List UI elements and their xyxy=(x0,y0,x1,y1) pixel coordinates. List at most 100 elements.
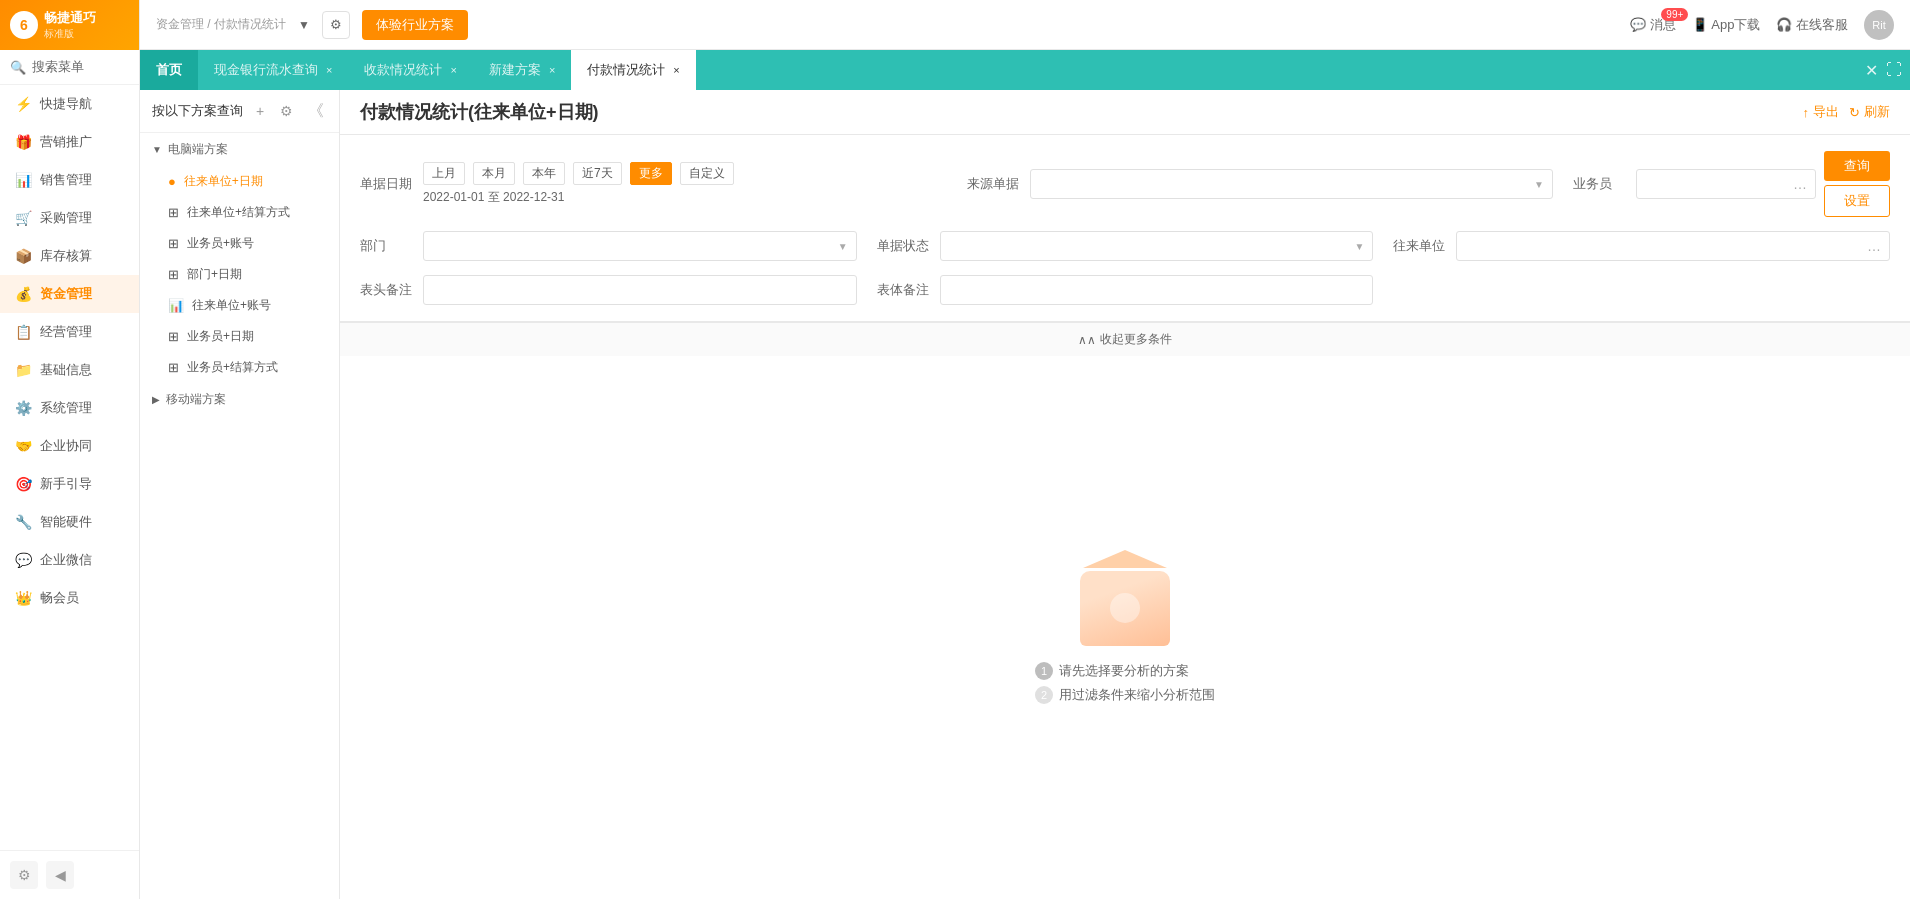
settings-btn[interactable]: ⚙ xyxy=(10,861,38,889)
topbar-dropdown[interactable]: ▼ xyxy=(298,18,310,32)
partner-dots-icon: … xyxy=(1867,238,1881,254)
doc-status-input[interactable]: ▼ xyxy=(940,231,1374,261)
user-avatar[interactable]: Rit xyxy=(1864,10,1894,40)
tab-receipt-close[interactable]: × xyxy=(450,64,456,76)
body-note-input[interactable] xyxy=(940,275,1374,305)
logo-icon: 6 xyxy=(10,11,38,39)
tab-new-scheme-close[interactable]: × xyxy=(549,64,555,76)
message-badge[interactable]: 💬 消息 99+ xyxy=(1630,16,1676,34)
scheme-item-unit-account[interactable]: 📊 往来单位+账号 xyxy=(140,290,339,321)
scheme-item-staff-date[interactable]: ⊞ 业务员+日期 xyxy=(140,321,339,352)
query-btn[interactable]: 查询 xyxy=(1824,151,1890,181)
step2-icon: 2 xyxy=(1035,686,1053,704)
tab-new-scheme[interactable]: 新建方案 × xyxy=(473,50,571,90)
source-input[interactable]: ▼ xyxy=(1030,169,1554,199)
tab-bank[interactable]: 现金银行流水查询 × xyxy=(198,50,348,90)
sidebar-item-label: 新手引导 xyxy=(40,475,92,493)
scheme-item-unit-settle[interactable]: ⊞ 往来单位+结算方式 xyxy=(140,197,339,228)
online-service[interactable]: 🎧 在线客服 xyxy=(1776,16,1848,34)
scheme-setting-btn[interactable]: ⚙ xyxy=(275,100,297,122)
dept-input[interactable]: ▼ xyxy=(423,231,857,261)
collapse-filter-btn[interactable]: ∧∧ 收起更多条件 xyxy=(340,322,1910,356)
doc-status-filter: 单据状态 ▼ xyxy=(877,231,1374,261)
scheme-item-staff-account[interactable]: ⊞ 业务员+账号 xyxy=(140,228,339,259)
pc-group-title[interactable]: ▼ 电脑端方案 xyxy=(140,133,339,166)
header-note-input[interactable] xyxy=(423,275,857,305)
expand-icon[interactable]: ⛶ xyxy=(1886,61,1902,79)
staff-input[interactable]: … xyxy=(1636,169,1816,199)
tab-home[interactable]: 首页 xyxy=(140,50,198,90)
main-area: 资金管理 / 付款情况统计 ▼ ⚙ 体验行业方案 💬 消息 99+ 📱 App下… xyxy=(140,0,1910,899)
page-content: 按以下方案查询 + ⚙ 《 ▼ 电脑端方案 ● 往来单位+日期 xyxy=(140,90,1910,899)
search-label: 搜索菜单 xyxy=(32,58,84,76)
sidebar-item-label: 库存核算 xyxy=(40,247,92,265)
tab-payment-stats-close[interactable]: × xyxy=(673,64,679,76)
refresh-btn[interactable]: ↻ 刷新 xyxy=(1849,103,1890,121)
scheme-list: ● 往来单位+日期 ⊞ 往来单位+结算方式 ⊞ 业务员+账号 ⊞ 部门+日期 xyxy=(140,166,339,383)
quick-nav-icon: ⚡ xyxy=(14,95,32,113)
sidebar: 6 畅捷通巧 标准版 🔍 搜索菜单 ⚡ 快捷导航 🎁 营销推广 📊 销售管理 🛒… xyxy=(0,0,140,899)
export-icon: ↑ xyxy=(1803,105,1810,120)
page-title: 付款情况统计(往来单位+日期) xyxy=(360,100,599,124)
mobile-group-title[interactable]: ▶ 移动端方案 xyxy=(140,383,339,416)
empty-illustration xyxy=(1065,546,1185,646)
date-tag-last-month[interactable]: 上月 xyxy=(423,162,465,185)
scheme-item-unit-date[interactable]: ● 往来单位+日期 xyxy=(140,166,339,197)
trial-btn[interactable]: 体验行业方案 xyxy=(362,10,468,40)
scheme-icon-unit-date: ● xyxy=(168,174,176,189)
sidebar-nav: ⚡ 快捷导航 🎁 营销推广 📊 销售管理 🛒 采购管理 📦 库存核算 💰 资金管… xyxy=(0,85,139,850)
sidebar-item-hardware[interactable]: 🔧 智能硬件 xyxy=(0,503,139,541)
scheme-collapse-btn[interactable]: 《 xyxy=(305,100,327,122)
date-tag-this-year[interactable]: 本年 xyxy=(523,162,565,185)
tab-bank-close[interactable]: × xyxy=(326,64,332,76)
scheme-item-dept-date[interactable]: ⊞ 部门+日期 xyxy=(140,259,339,290)
date-tag-7days[interactable]: 近7天 xyxy=(573,162,622,185)
sidebar-item-marketing[interactable]: 🎁 营销推广 xyxy=(0,123,139,161)
scheme-header-label: 按以下方案查询 xyxy=(152,102,243,120)
box-icon xyxy=(1080,571,1170,646)
finance-icon: 💰 xyxy=(14,285,32,303)
empty-state: 1 请先选择要分析的方案 2 用过滤条件来缩小分析范围 xyxy=(1035,546,1215,710)
scheme-icon-staff-date: ⊞ xyxy=(168,329,179,344)
mobile-scheme-group: ▶ 移动端方案 xyxy=(140,383,339,416)
app-download[interactable]: 📱 App下载 xyxy=(1692,16,1760,34)
date-tag-custom[interactable]: 自定义 xyxy=(680,162,734,185)
partner-input[interactable]: … xyxy=(1456,231,1890,261)
sidebar-search[interactable]: 🔍 搜索菜单 xyxy=(0,50,139,85)
date-range: 2022-01-01 至 2022-12-31 xyxy=(423,190,564,204)
date-label: 单据日期 xyxy=(360,175,415,193)
sidebar-item-enterprise[interactable]: 🤝 企业协同 xyxy=(0,427,139,465)
add-scheme-btn[interactable]: + xyxy=(249,100,271,122)
sidebar-item-guide[interactable]: 🎯 新手引导 xyxy=(0,465,139,503)
header-note-label: 表头备注 xyxy=(360,281,415,299)
setting-btn[interactable]: 设置 xyxy=(1824,185,1890,217)
sidebar-item-finance[interactable]: 💰 资金管理 xyxy=(0,275,139,313)
sidebar-item-operations[interactable]: 📋 经营管理 xyxy=(0,313,139,351)
tab-payment-stats[interactable]: 付款情况统计 × xyxy=(571,50,695,90)
operations-icon: 📋 xyxy=(14,323,32,341)
scheme-label: 往来单位+结算方式 xyxy=(187,204,290,221)
empty-step2: 2 用过滤条件来缩小分析范围 xyxy=(1035,686,1215,704)
sidebar-footer: ⚙ ◀ xyxy=(0,850,139,899)
message-icon: 💬 xyxy=(1630,17,1646,32)
sidebar-item-basic[interactable]: 📁 基础信息 xyxy=(0,351,139,389)
sidebar-item-purchase[interactable]: 🛒 采购管理 xyxy=(0,199,139,237)
export-btn[interactable]: ↑ 导出 xyxy=(1803,103,1840,121)
scheme-item-staff-settle[interactable]: ⊞ 业务员+结算方式 xyxy=(140,352,339,383)
topbar-gear-btn[interactable]: ⚙ xyxy=(322,11,350,39)
sidebar-item-quick-nav[interactable]: ⚡ 快捷导航 xyxy=(0,85,139,123)
tab-bank-label: 现金银行流水查询 xyxy=(214,61,318,79)
collapse-sidebar-btn[interactable]: ◀ xyxy=(46,861,74,889)
sidebar-item-member[interactable]: 👑 畅会员 xyxy=(0,579,139,617)
sidebar-item-inventory[interactable]: 📦 库存核算 xyxy=(0,237,139,275)
tab-payment-stats-label: 付款情况统计 xyxy=(587,61,665,79)
scheme-icon-staff-account: ⊞ xyxy=(168,236,179,251)
tab-receipt[interactable]: 收款情况统计 × xyxy=(348,50,472,90)
date-tags: 上月 本月 本年 近7天 更多 自定义 xyxy=(423,162,947,185)
sidebar-item-sales[interactable]: 📊 销售管理 xyxy=(0,161,139,199)
date-tag-this-month[interactable]: 本月 xyxy=(473,162,515,185)
sidebar-item-wechat[interactable]: 💬 企业微信 xyxy=(0,541,139,579)
sidebar-item-system[interactable]: ⚙️ 系统管理 xyxy=(0,389,139,427)
date-tag-more[interactable]: 更多 xyxy=(630,162,672,185)
close-all-icon[interactable]: ✕ xyxy=(1865,61,1878,80)
